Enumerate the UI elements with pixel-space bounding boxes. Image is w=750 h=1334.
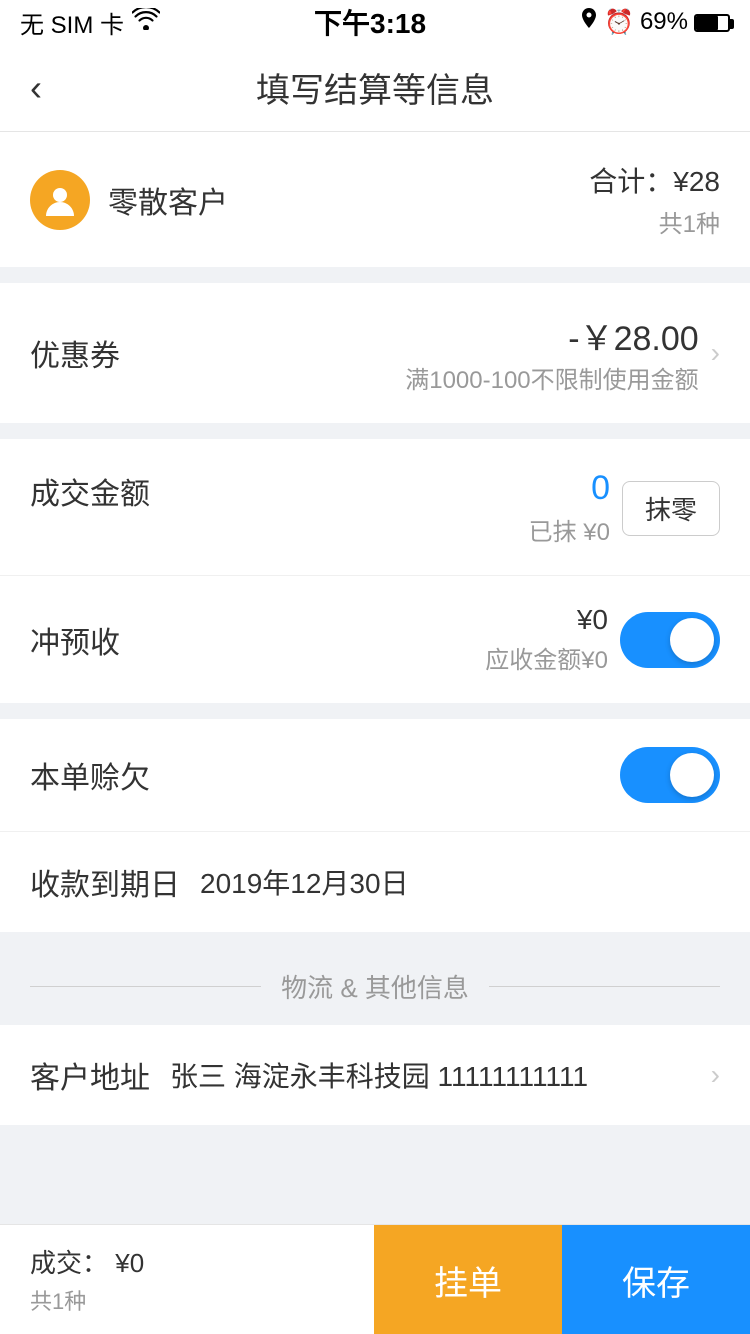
transaction-sub: 已抹 ¥0 [529, 512, 610, 547]
pre-receipt-toggle[interactable] [620, 612, 720, 668]
coupon-section: 优惠券 -￥28.00 满1000-100不限制使用金额 › [0, 283, 750, 423]
alarm-icon: ⏰ [604, 8, 634, 37]
bottom-count: 共1种 [30, 1284, 374, 1316]
coupon-description: 满1000-100不限制使用金额 [405, 360, 698, 395]
status-bar: 无 SIM 卡 下午3:18 ⏰ 69% [0, 0, 750, 44]
transaction-value: 0 [529, 469, 610, 508]
page-title: 填写结算等信息 [256, 63, 494, 112]
bottom-transaction-value: ¥0 [115, 1248, 144, 1278]
status-time: 下午3:18 [314, 2, 426, 42]
battery-icon [694, 8, 730, 36]
sim-label: 无 SIM 卡 [20, 5, 124, 40]
bottom-transaction: 成交： ¥0 [30, 1243, 374, 1280]
nav-bar: ‹ 填写结算等信息 [0, 44, 750, 132]
logistics-header: 物流 & 其他信息 [0, 948, 750, 1025]
coupon-amount: -￥28.00 [405, 311, 698, 360]
customer-section: 零散客户 合计：¥28 共1种 [0, 132, 750, 267]
logistics-title: 物流 & 其他信息 [261, 968, 489, 1005]
address-row[interactable]: 客户地址 张三 海淀永丰科技园 11111111111 › [0, 1025, 750, 1125]
pre-receipt-right: ¥0 应收金额¥0 [485, 604, 720, 675]
battery-percent: 69% [640, 8, 688, 36]
address-chevron: › [711, 1059, 720, 1091]
bottom-bar: 成交： ¥0 共1种 挂单 保存 [0, 1224, 750, 1334]
save-button[interactable]: 保存 [562, 1225, 750, 1334]
transaction-section: 成交金额 0 已抹 ¥0 抹零 冲预收 ¥0 应收金额¥0 [0, 439, 750, 703]
address-value: 张三 海淀永丰科技园 11111111111 [170, 1055, 711, 1095]
customer-count: 共1种 [589, 204, 720, 239]
coupon-label: 优惠券 [30, 331, 120, 375]
customer-row[interactable]: 零散客户 合计：¥28 共1种 [0, 132, 750, 267]
due-date-value: 2019年12月30日 [200, 862, 409, 902]
address-section: 客户地址 张三 海淀永丰科技园 11111111111 › [0, 1025, 750, 1125]
hang-order-button[interactable]: 挂单 [374, 1225, 562, 1334]
transaction-right: 0 已抹 ¥0 抹零 [529, 469, 720, 547]
debit-label: 本单赊欠 [30, 753, 150, 797]
pre-receipt-label: 冲预收 [30, 618, 120, 662]
due-date-label: 收款到期日 [30, 860, 180, 904]
coupon-chevron: › [711, 337, 720, 369]
logistics-line-left [30, 986, 261, 987]
customer-avatar [30, 170, 90, 230]
transaction-label: 成交金额 [30, 469, 150, 513]
address-label: 客户地址 [30, 1053, 150, 1097]
customer-name: 零散客户 [108, 178, 228, 222]
back-button[interactable]: ‹ [30, 67, 42, 109]
debit-toggle[interactable] [620, 747, 720, 803]
debit-section: 本单赊欠 收款到期日 2019年12月30日 [0, 719, 750, 932]
pre-receipt-sub: 应收金额¥0 [485, 640, 608, 675]
logistics-line-right [489, 986, 720, 987]
wifi-icon [132, 8, 160, 37]
status-left: 无 SIM 卡 [20, 5, 160, 40]
bottom-info: 成交： ¥0 共1种 [0, 1225, 374, 1334]
due-date-row: 收款到期日 2019年12月30日 [0, 831, 750, 932]
coupon-row[interactable]: 优惠券 -￥28.00 满1000-100不限制使用金额 › [0, 283, 750, 423]
transaction-row: 成交金额 0 已抹 ¥0 抹零 [0, 439, 750, 575]
bottom-transaction-label: 成交： [30, 1248, 108, 1278]
round-zero-button[interactable]: 抹零 [622, 481, 720, 536]
customer-right: 合计：¥28 共1种 [589, 160, 720, 239]
location-icon [580, 8, 598, 37]
customer-total: 合计：¥28 [589, 160, 720, 200]
customer-left: 零散客户 [30, 170, 228, 230]
pre-receipt-value: ¥0 [485, 604, 608, 636]
content: 零散客户 合计：¥28 共1种 优惠券 -￥28.00 满1000-100不限制… [0, 132, 750, 1261]
status-right: ⏰ 69% [580, 8, 730, 37]
debit-row: 本单赊欠 [0, 719, 750, 831]
bottom-buttons: 挂单 保存 [374, 1225, 750, 1334]
debit-right [620, 747, 720, 803]
pre-receipt-row: 冲预收 ¥0 应收金额¥0 [0, 575, 750, 703]
coupon-right: -￥28.00 满1000-100不限制使用金额 › [405, 311, 720, 395]
